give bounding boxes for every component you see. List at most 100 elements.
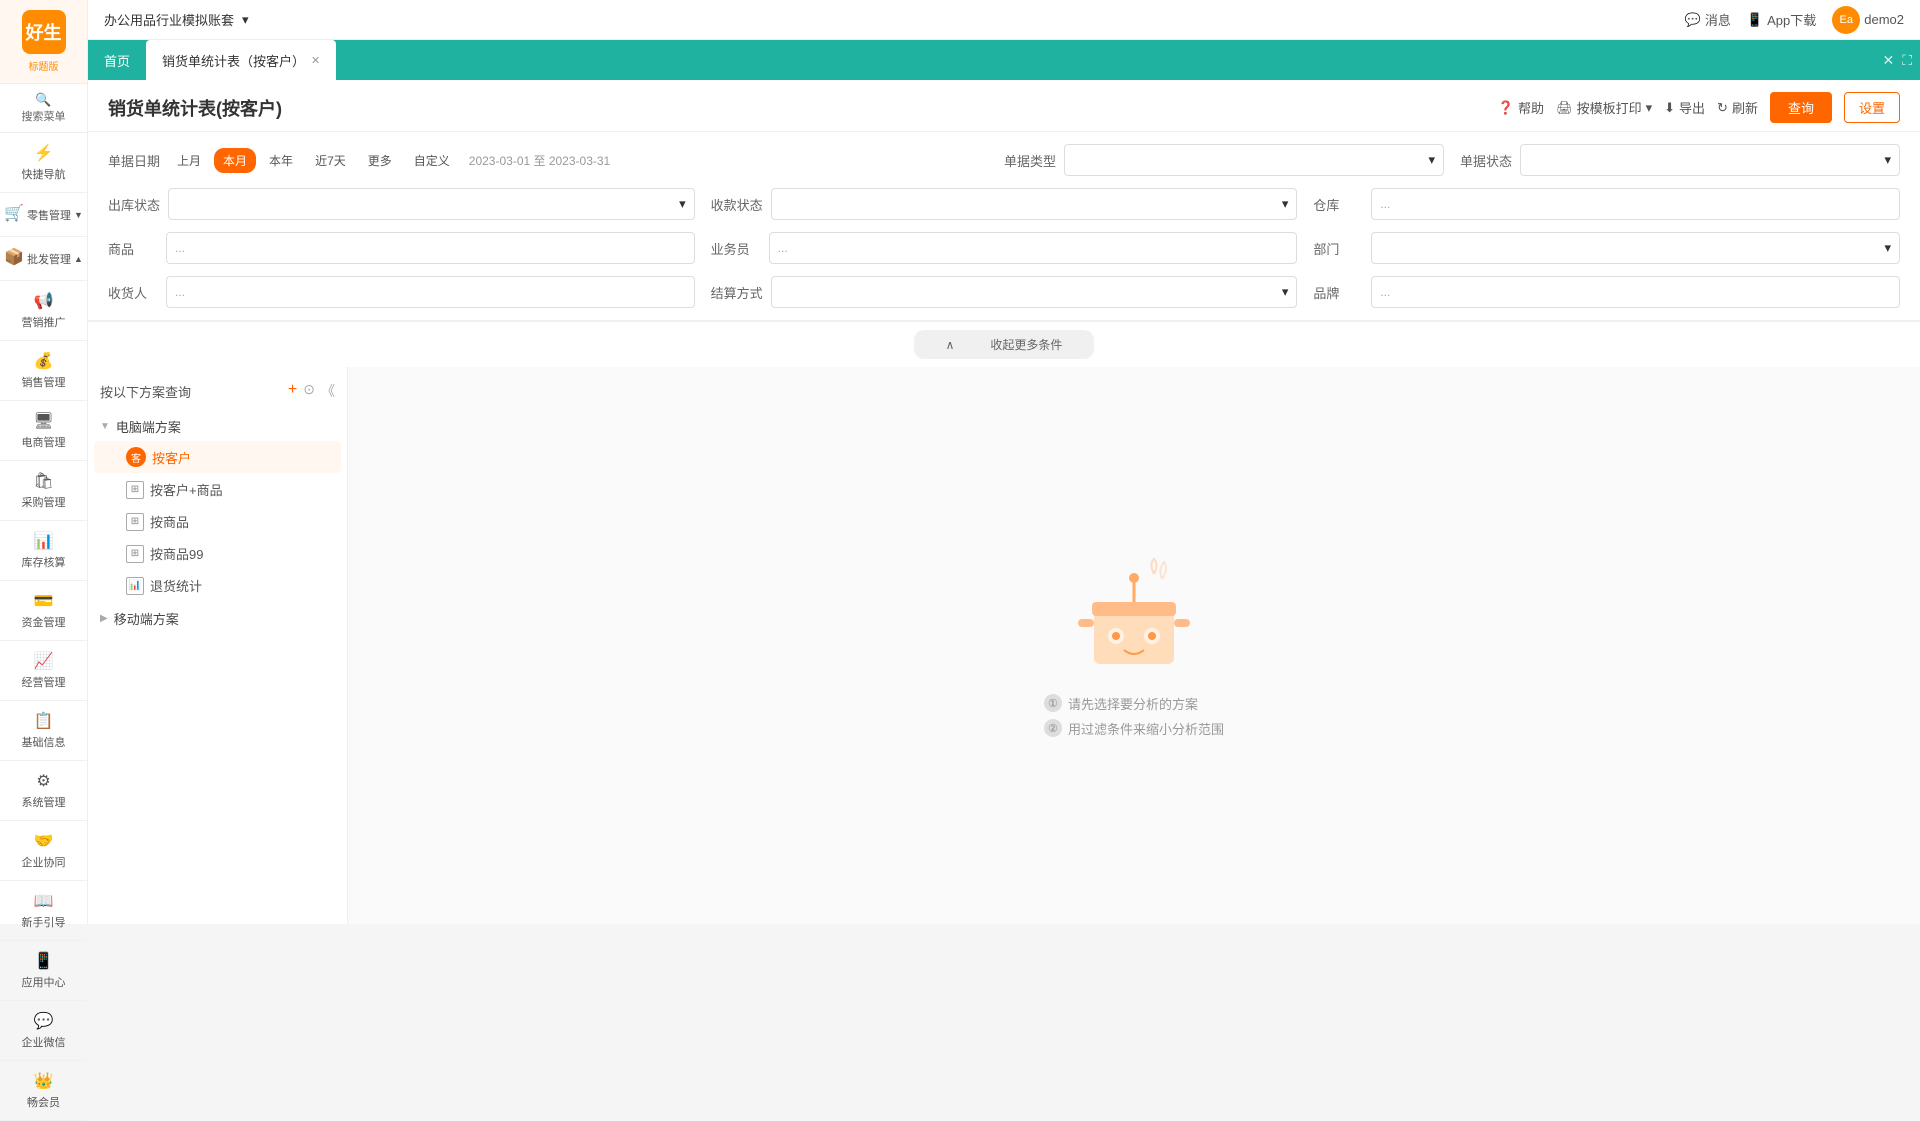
sidebar-item-search[interactable]: 🔍 搜索菜单 <box>0 84 87 133</box>
sidebar-item-new-guide[interactable]: 📖 新手引导 <box>0 881 87 941</box>
warehouse-input[interactable]: ... <box>1371 188 1900 220</box>
scheme-item-by-customer-goods[interactable]: ⊞ 按客户+商品 <box>94 474 341 505</box>
sidebar-item-ecommerce[interactable]: 🖥 电商管理 <box>0 401 87 461</box>
scheme-edit-icon[interactable]: ⊙ <box>303 381 315 401</box>
by-customer-label: 按客户 <box>152 448 191 467</box>
collapse-button[interactable]: ∧ 收起更多条件 <box>88 321 1920 367</box>
date-btn-this-month[interactable]: 本月 <box>214 148 256 173</box>
scheme-group-desktop: ▼ 电脑端方案 客 按客户 ⊞ 按客户+商品 ⊞ 按商品 <box>88 413 347 601</box>
stock-status-input[interactable]: ▾ <box>168 188 695 220</box>
desktop-group-caret: ▼ <box>100 421 110 432</box>
sidebar-item-system[interactable]: ⚙ 系统管理 <box>0 761 87 821</box>
salesperson-input[interactable]: ... <box>769 232 1298 264</box>
sidebar-item-app-center[interactable]: 📱 应用中心 <box>0 941 87 1001</box>
sidebar-item-operations[interactable]: 📈 经营管理 <box>0 641 87 701</box>
marketing-icon: 📢 <box>34 291 54 311</box>
sidebar-item-wholesale[interactable]: 📦 批发管理 ▲ <box>0 237 87 281</box>
sidebar-item-purchase[interactable]: 🛍 采购管理 <box>0 461 87 521</box>
payment-status-input[interactable]: ▾ <box>771 188 1298 220</box>
sidebar-item-quick-nav[interactable]: ⚡ 快捷导航 <box>0 133 87 193</box>
empty-svg <box>1074 554 1194 674</box>
filter-brand: 品牌 ... <box>1313 276 1900 308</box>
recipient-input[interactable]: ... <box>166 276 695 308</box>
close-window-icon[interactable]: ✕ <box>1882 52 1894 69</box>
scheme-group-mobile-header[interactable]: ▶ 移动端方案 <box>88 605 347 632</box>
date-range-text: 2023-03-01 至 2023-03-31 <box>469 152 610 169</box>
operations-icon: 📈 <box>34 651 54 671</box>
header-right: 💬 消息 📱 App下载 Ea demo2 <box>1685 6 1904 34</box>
date-btn-this-year[interactable]: 本年 <box>260 148 302 173</box>
help-icon: ❓ <box>1498 100 1514 116</box>
app-download-button[interactable]: 📱 App下载 <box>1747 10 1816 29</box>
tab-sales-stats-label: 销货单统计表（按客户） <box>162 51 305 70</box>
enterprise-icon: 🤝 <box>34 831 54 851</box>
order-type-input[interactable]: ▾ <box>1064 144 1444 176</box>
filter-goods: 商品 ... <box>108 232 695 264</box>
filter-warehouse: 仓库 ... <box>1313 188 1900 220</box>
empty-state: ① 请先选择要分析的方案 ② 用过滤条件来缩小分析范围 <box>1044 554 1224 738</box>
dept-input[interactable]: ▾ <box>1371 232 1900 264</box>
header-left: 办公用品行业模拟账套 ▾ <box>104 10 249 29</box>
date-btn-more[interactable]: 更多 <box>359 148 401 173</box>
sidebar: 好生 标题版 🔍 搜索菜单 ⚡ 快捷导航 🛒 零售管理 ▼ 📦 批发管理 ▲ 📢… <box>0 0 88 924</box>
scheme-item-by-customer[interactable]: 客 按客户 <box>94 441 341 473</box>
order-status-input[interactable]: ▾ <box>1520 144 1900 176</box>
scheme-item-by-goods-99[interactable]: ⊞ 按商品99 <box>94 538 341 569</box>
sidebar-item-base-info[interactable]: 📋 基础信息 <box>0 701 87 761</box>
payment-status-label: 收款状态 <box>711 195 763 214</box>
tab-sales-stats[interactable]: 销货单统计表（按客户） ✕ <box>146 40 336 80</box>
member-label: 畅会员 <box>27 1094 60 1110</box>
scheme-item-return-stats[interactable]: 📊 退货统计 <box>94 570 341 601</box>
settings-button[interactable]: 设置 <box>1844 92 1900 123</box>
refresh-button[interactable]: ↻ 刷新 <box>1717 98 1758 117</box>
data-area: ① 请先选择要分析的方案 ② 用过滤条件来缩小分析范围 <box>348 367 1920 924</box>
sidebar-item-inventory[interactable]: 📊 库存核算 <box>0 521 87 581</box>
dept-chevron: ▾ <box>1884 240 1891 256</box>
query-button[interactable]: 查询 <box>1770 92 1832 123</box>
message-button[interactable]: 💬 消息 <box>1685 10 1731 29</box>
date-btn-last-month[interactable]: 上月 <box>168 148 210 173</box>
purchase-icon: 🛍 <box>33 471 53 491</box>
sidebar-item-sales[interactable]: 💰 销售管理 <box>0 341 87 401</box>
sidebar-item-enterprise-wechat[interactable]: 💬 企业微信 <box>0 1001 87 1061</box>
wholesale-label: 批发管理 <box>27 251 71 267</box>
tab-home[interactable]: 首页 <box>88 40 146 80</box>
base-info-icon: 📋 <box>34 711 54 731</box>
settlement-input[interactable]: ▾ <box>771 276 1298 308</box>
maximize-icon[interactable]: ⛶ <box>1902 52 1912 69</box>
sidebar-item-enterprise[interactable]: 🤝 企业协同 <box>0 821 87 881</box>
tab-close-icon[interactable]: ✕ <box>311 54 320 67</box>
app-download-label: App下载 <box>1767 10 1816 29</box>
scheme-group-desktop-header[interactable]: ▼ 电脑端方案 <box>88 413 347 440</box>
brand-input[interactable]: ... <box>1371 276 1900 308</box>
export-label: 导出 <box>1679 98 1705 117</box>
print-button[interactable]: 🖨 按模板打印 ▾ <box>1556 98 1652 117</box>
hint-num-2: ② <box>1044 719 1062 737</box>
user-name: demo2 <box>1864 12 1904 27</box>
sidebar-item-retail[interactable]: 🛒 零售管理 ▼ <box>0 193 87 237</box>
message-icon: 💬 <box>1685 12 1701 28</box>
sales-label: 销售管理 <box>22 374 66 390</box>
return-stats-icon: 📊 <box>126 577 144 595</box>
settlement-chevron: ▾ <box>1282 284 1289 300</box>
date-btn-custom[interactable]: 自定义 <box>405 148 459 173</box>
sidebar-item-finance[interactable]: 💳 资金管理 <box>0 581 87 641</box>
scheme-add-icon[interactable]: + <box>288 381 297 401</box>
user-avatar: Ea <box>1832 6 1860 34</box>
sidebar-item-marketing[interactable]: 📢 营销推广 <box>0 281 87 341</box>
goods-input[interactable]: ... <box>166 232 695 264</box>
recipient-label: 收货人 <box>108 283 158 302</box>
app-center-label: 应用中心 <box>22 974 66 990</box>
filter-row-3: 商品 ... 业务员 ... 部门 ▾ <box>108 232 1900 264</box>
user-profile-button[interactable]: Ea demo2 <box>1832 6 1904 34</box>
export-button[interactable]: ⬇ 导出 <box>1664 98 1705 117</box>
scheme-panel-title: 按以下方案查询 <box>100 382 191 401</box>
payment-status-chevron: ▾ <box>1282 196 1289 212</box>
help-button[interactable]: ❓ 帮助 <box>1498 98 1544 117</box>
scheme-panel-actions: + ⊙ 《 <box>288 381 335 401</box>
date-btn-7days[interactable]: 近7天 <box>306 148 355 173</box>
scheme-item-by-goods[interactable]: ⊞ 按商品 <box>94 506 341 537</box>
sidebar-item-member[interactable]: 👑 畅会员 <box>0 1061 87 1121</box>
quick-nav-icon: ⚡ <box>34 143 54 163</box>
scheme-collapse-icon[interactable]: 《 <box>321 381 335 401</box>
